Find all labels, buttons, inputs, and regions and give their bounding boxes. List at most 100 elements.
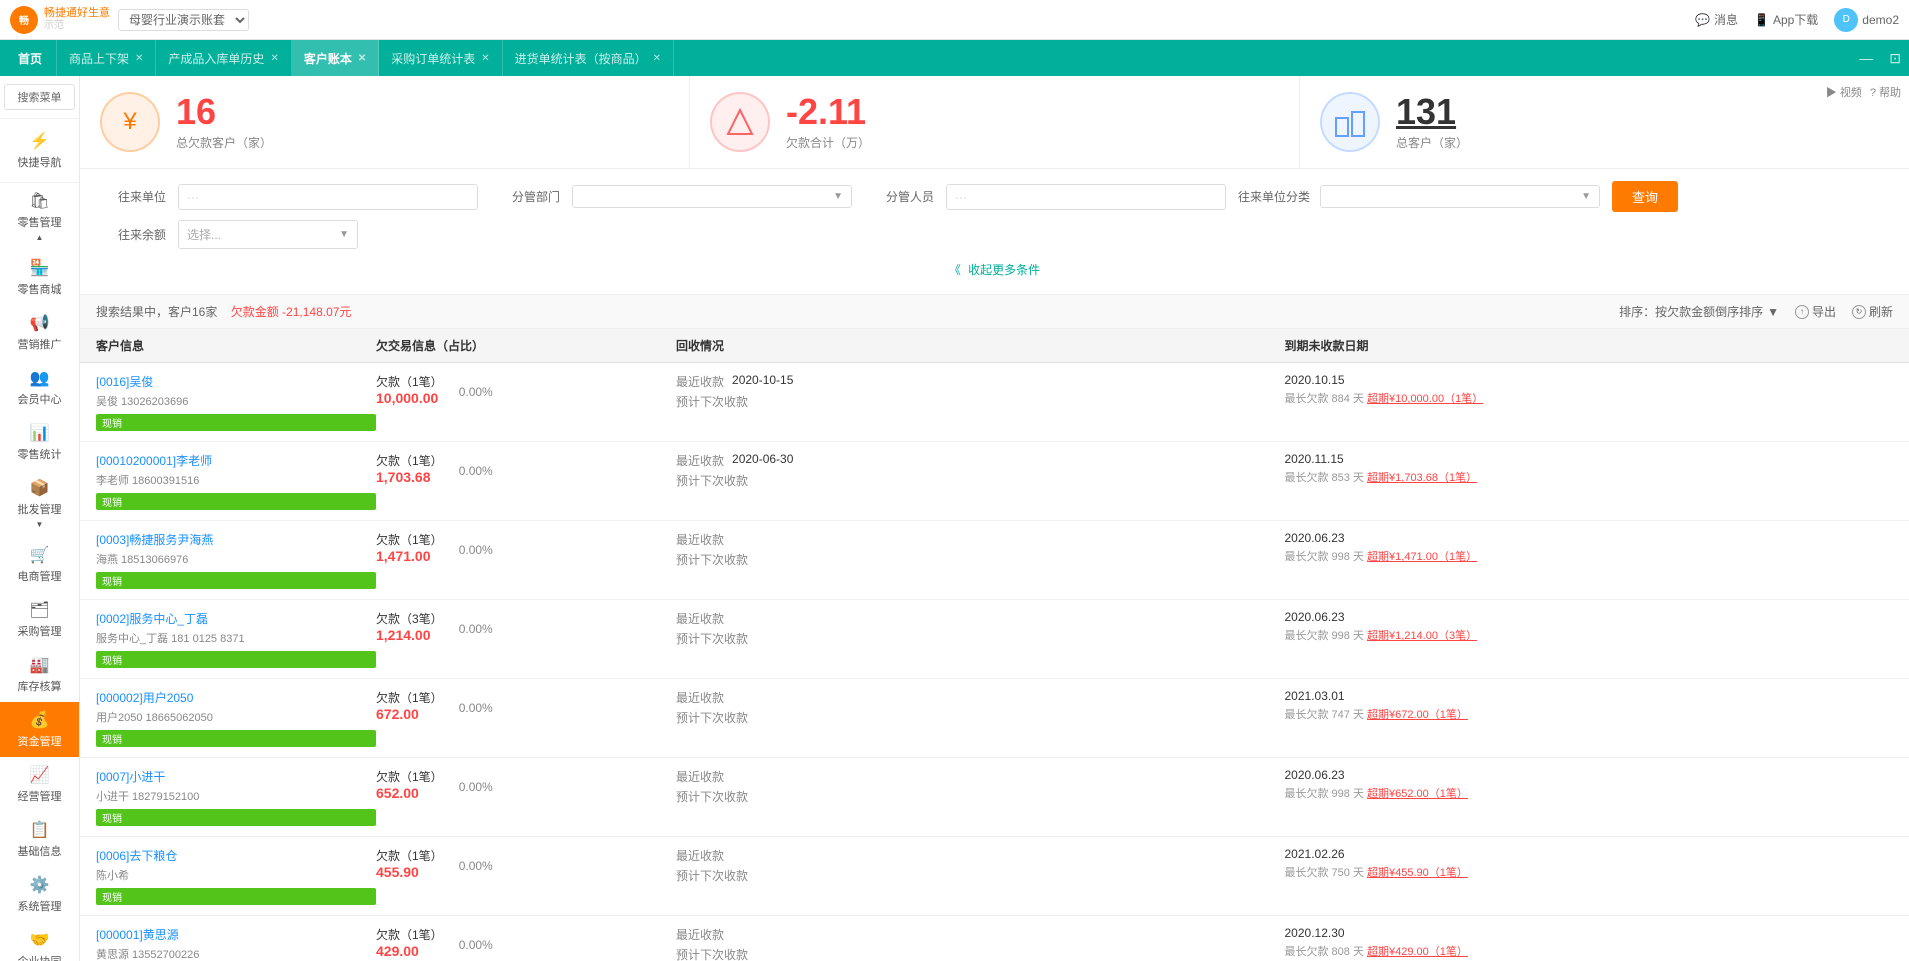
help-btn[interactable]: ? 帮助 xyxy=(1870,84,1901,100)
customer-name-0[interactable]: [0016]吴俊 xyxy=(96,373,376,390)
stat-card-customers: ¥ 16 总欠款客户（家） xyxy=(80,76,690,168)
video-help-btn[interactable]: ▶ 视频 xyxy=(1826,84,1862,100)
customer-name-2[interactable]: [0003]畅捷服务尹海燕 xyxy=(96,531,376,548)
top-bar-left: 畅 畅捷通好生意 示范 母婴行业演示账套 xyxy=(10,6,249,34)
dept-input[interactable]: ▼ xyxy=(572,185,852,208)
debt-info-3: 欠款（3笔） 1,214.00 0.00% xyxy=(376,610,676,643)
user-btn[interactable]: D demo2 xyxy=(1834,8,1899,32)
company-select[interactable]: 母婴行业演示账套 xyxy=(118,9,249,31)
member-icon: 👥 xyxy=(30,368,50,388)
customer-phone-7: 黄思源 13552700226 xyxy=(96,946,376,961)
result-bar-right: 排序：按欠款金额倒序排序 ▼ ↑ 导出 ↻ 刷新 xyxy=(1619,303,1893,320)
customer-tag-1: 现销 xyxy=(96,493,376,510)
customer-tag-4: 现销 xyxy=(96,730,376,747)
customer-name-7[interactable]: [000001]黄思源 xyxy=(96,926,376,943)
table-row: [000002]用户2050 用户2050 18665062050 现销 欠款（… xyxy=(80,679,1909,758)
customer-info-5: [0007]小进干 小进干 18279152100 现销 xyxy=(96,768,376,826)
inventory-icon: 🏭 xyxy=(30,655,50,675)
sidebar-item-marketing[interactable]: 📢 营销推广 xyxy=(0,305,79,360)
search-btn[interactable]: 查询 xyxy=(1612,181,1678,212)
sidebar-item-enterprise[interactable]: 🤝 企业协同 xyxy=(0,922,79,961)
stat-info-debt: -2.11 欠款合计（万） xyxy=(786,94,870,151)
payback-info-0: 最近收款2020-10-15 预计下次收款 xyxy=(676,373,1285,410)
sidebar-search-btn[interactable]: 搜索菜单 xyxy=(4,84,75,110)
table-row: [0002]服务中心_丁磊 服务中心_丁磊 181 0125 8371 现销 欠… xyxy=(80,600,1909,679)
logo-text: 畅捷通好生意 示范 xyxy=(44,7,110,32)
tab-products[interactable]: 商品上下架 ✕ xyxy=(57,40,156,76)
tab-purchase[interactable]: 采购订单统计表 ✕ xyxy=(379,40,502,76)
stat-number-debt: -2.11 xyxy=(786,94,870,130)
tab-customer-close[interactable]: ✕ xyxy=(358,53,366,64)
sidebar-search: 搜索菜单 xyxy=(0,76,79,119)
tab-production-close[interactable]: ✕ xyxy=(270,53,278,64)
balance-input[interactable]: 选择... ▼ xyxy=(178,220,358,249)
sidebar-item-retail-mall[interactable]: 🏪 零售商城 xyxy=(0,250,79,305)
customer-name-3[interactable]: [0002]服务中心_丁磊 xyxy=(96,610,376,627)
sort-arrow: ▼ xyxy=(1767,305,1779,319)
customer-tag-6: 现销 xyxy=(96,888,376,905)
stat-number-total: 131 xyxy=(1396,94,1468,130)
export-btn[interactable]: ↑ 导出 xyxy=(1795,303,1836,320)
collapse-row[interactable]: 《 收起更多条件 xyxy=(96,257,1893,282)
result-sort[interactable]: 排序：按欠款金额倒序排序 ▼ xyxy=(1619,303,1779,320)
customer-phone-0: 吴俊 13026203696 xyxy=(96,393,376,409)
tab-home[interactable]: 首页 xyxy=(4,40,57,76)
balance-label: 往来余额 xyxy=(96,226,166,243)
refresh-btn[interactable]: ↻ 刷新 xyxy=(1852,303,1893,320)
sidebar-item-inventory[interactable]: 🏭 库存核算 xyxy=(0,647,79,702)
tab-import-close[interactable]: ✕ xyxy=(653,53,661,64)
debt-info-6: 欠款（1笔） 455.90 0.00% xyxy=(376,847,676,880)
customer-name-4[interactable]: [000002]用户2050 xyxy=(96,689,376,706)
tab-bar-minimize[interactable]: — xyxy=(1855,50,1877,67)
tab-bar-maximize[interactable]: ⊡ xyxy=(1885,50,1905,67)
stat-card-debt: -2.11 欠款合计（万） xyxy=(690,76,1300,168)
debt-info-1: 欠款（1笔） 1,703.68 0.00% xyxy=(376,452,676,485)
debt-info-7: 欠款（1笔） 429.00 0.00% xyxy=(376,926,676,959)
sidebar-item-basic-info[interactable]: 📋 基础信息 xyxy=(0,812,79,867)
customer-name-5[interactable]: [0007]小进干 xyxy=(96,768,376,785)
table-row: [00010200001]李老师 李老师 18600391516 现销 欠款（1… xyxy=(80,442,1909,521)
sidebar-item-ecommerce[interactable]: 🛒 电商管理 xyxy=(0,537,79,592)
customer-tag-0: 现销 xyxy=(96,414,376,431)
stat-icon-customers: ¥ xyxy=(100,92,160,152)
sidebar-item-operations[interactable]: 📈 经营管理 xyxy=(0,757,79,812)
message-btn[interactable]: 💬 消息 xyxy=(1695,11,1738,28)
tab-import[interactable]: 进货单统计表（按商品） ✕ xyxy=(503,40,674,76)
person-input[interactable]: ··· xyxy=(946,184,1226,210)
customer-info-6: [0006]去下粮仓 陈小希 现销 xyxy=(96,847,376,905)
customer-name-1[interactable]: [00010200001]李老师 xyxy=(96,452,376,469)
sidebar-item-member[interactable]: 👥 会员中心 xyxy=(0,360,79,415)
tab-production[interactable]: 产成品入库单历史 ✕ xyxy=(156,40,291,76)
app-download-btn[interactable]: 📱 App下载 xyxy=(1754,11,1818,28)
debt-info-0: 欠款（1笔） 10,000.00 0.00% xyxy=(376,373,676,406)
tab-products-close[interactable]: ✕ xyxy=(135,53,143,64)
from-unit-input[interactable]: ··· xyxy=(178,184,478,210)
sidebar-item-finance[interactable]: 💰 资金管理 xyxy=(0,702,79,757)
person-label: 分管人员 xyxy=(864,188,934,205)
tab-purchase-close[interactable]: ✕ xyxy=(481,53,489,64)
sidebar-item-system[interactable]: ⚙️ 系统管理 xyxy=(0,867,79,922)
batch-mgmt-arrow: ▼ xyxy=(36,520,44,529)
sidebar-item-batch-mgmt[interactable]: 📦 批发管理 ▼ xyxy=(0,470,79,537)
due-info-0: 2020.10.15 最长欠款 884 天 超期¥10,000.00（1笔） xyxy=(1285,373,1894,406)
debt-percent-0: 0.00% xyxy=(459,385,493,399)
sidebar-item-retail-stats[interactable]: 📊 零售统计 xyxy=(0,415,79,470)
stat-info-customers: 16 总欠款客户（家） xyxy=(176,94,272,151)
unit-class-input[interactable]: ▼ xyxy=(1320,185,1600,208)
customer-name-6[interactable]: [0006]去下粮仓 xyxy=(96,847,376,864)
payback-info-3: 最近收款 预计下次收款 xyxy=(676,610,1285,647)
help-icon: ? xyxy=(1870,87,1876,99)
due-info-7: 2020.12.30 最长欠款 808 天 超期¥429.00（1笔） xyxy=(1285,926,1894,959)
logo-icon: 畅 xyxy=(10,6,38,34)
sidebar-item-retail-mgmt[interactable]: 🛍 零售管理 ▲ xyxy=(0,183,79,250)
enterprise-icon: 🤝 xyxy=(30,930,50,950)
basic-info-icon: 📋 xyxy=(30,820,50,840)
from-unit-label: 往来单位 xyxy=(96,188,166,205)
sidebar-item-quicknav[interactable]: ⚡ 快捷导航 xyxy=(0,123,79,178)
sidebar-item-purchase-mgmt[interactable]: 🗂 采购管理 xyxy=(0,592,79,647)
table-row: [0006]去下粮仓 陈小希 现销 欠款（1笔） 455.90 0.00% 最近… xyxy=(80,837,1909,916)
tab-customer[interactable]: 客户账本 ✕ xyxy=(292,40,379,76)
payback-info-2: 最近收款 预计下次收款 xyxy=(676,531,1285,568)
filter-row-2: 往来余额 选择... ▼ xyxy=(96,220,1893,249)
quick-nav: ⚡ 快捷导航 xyxy=(0,119,79,183)
